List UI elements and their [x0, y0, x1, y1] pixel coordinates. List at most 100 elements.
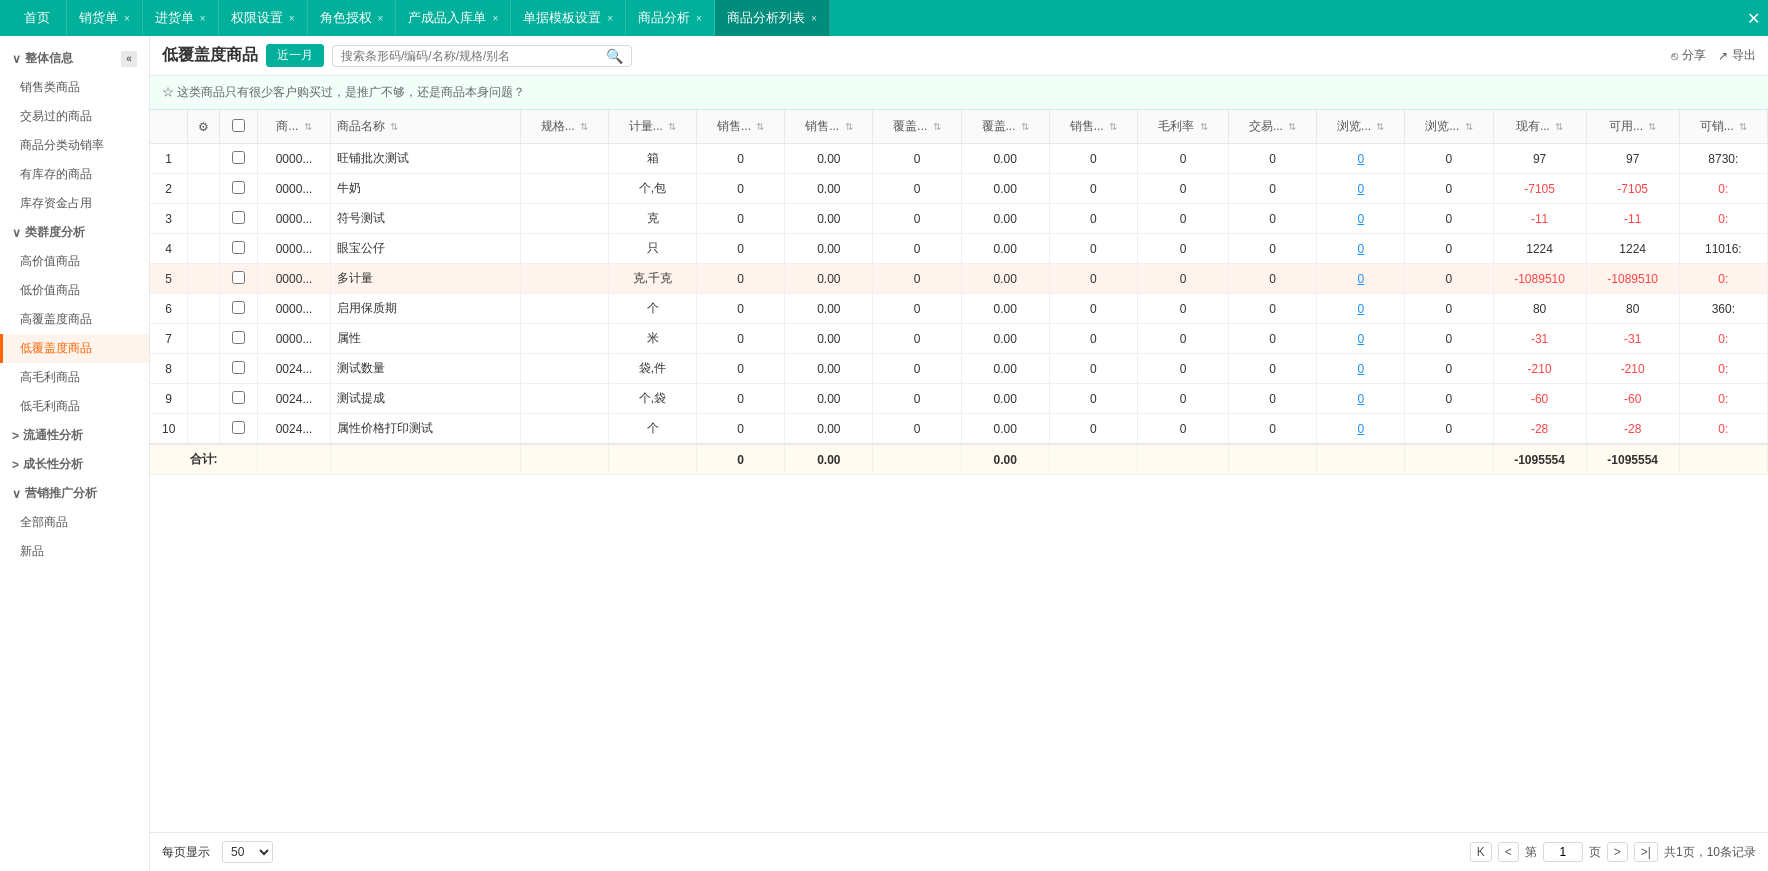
sidebar-item-high-value[interactable]: 高价值商品 — [0, 247, 149, 276]
row-checkbox[interactable] — [232, 421, 245, 434]
th-margin[interactable]: 毛利率 ⇅ — [1137, 110, 1228, 144]
cell-browse1[interactable]: 0 — [1317, 264, 1405, 294]
nav-tab-analysis-list[interactable]: 商品分析列表 × — [715, 0, 830, 36]
cell-browse1[interactable]: 0 — [1317, 144, 1405, 174]
th-trade[interactable]: 交易... ⇅ — [1229, 110, 1317, 144]
sidebar-item-stock-capital[interactable]: 库存资金占用 — [0, 189, 149, 218]
cell-browse1[interactable]: 0 — [1317, 234, 1405, 264]
cell-browse1[interactable]: 0 — [1317, 384, 1405, 414]
th-gear[interactable]: ⚙ — [188, 110, 220, 144]
row-checkbox[interactable] — [232, 331, 245, 344]
row-checkbox[interactable] — [232, 241, 245, 254]
prev-page-btn[interactable]: < — [1498, 842, 1519, 862]
row-checkbox[interactable] — [232, 151, 245, 164]
sidebar-item-traded-goods[interactable]: 交易过的商品 — [0, 102, 149, 131]
current-page-input[interactable] — [1543, 842, 1583, 862]
sidebar-item-sales-goods[interactable]: 销售类商品 — [0, 73, 149, 102]
close-tab-template[interactable]: × — [607, 13, 613, 24]
cell-browse1[interactable]: 0 — [1317, 324, 1405, 354]
close-tab-permission[interactable]: × — [289, 13, 295, 24]
page-size-select[interactable]: 50 20 100 200 — [222, 841, 273, 863]
sidebar-section-overall[interactable]: ∨ 整体信息 « — [0, 44, 149, 73]
th-sellable[interactable]: 可销... ⇅ — [1679, 110, 1767, 144]
cell-browse1[interactable]: 0 — [1317, 354, 1405, 384]
sidebar-section-liquidity[interactable]: > 流通性分析 — [0, 421, 149, 450]
sidebar-section-growth[interactable]: > 成长性分析 — [0, 450, 149, 479]
cell-check[interactable] — [220, 174, 258, 204]
close-tab-purchase[interactable]: × — [200, 13, 206, 24]
th-cover2[interactable]: 覆盖... ⇅ — [961, 110, 1049, 144]
th-code[interactable]: 商... ⇅ — [258, 110, 331, 144]
nav-tab-role[interactable]: 角色授权 × — [308, 0, 397, 36]
nav-tab-product-analysis[interactable]: 商品分析 × — [626, 0, 715, 36]
export-button[interactable]: ↗ 导出 — [1718, 47, 1756, 64]
sidebar-item-low-margin[interactable]: 低毛利商品 — [0, 392, 149, 421]
sidebar-item-in-stock[interactable]: 有库存的商品 — [0, 160, 149, 189]
share-button[interactable]: ⎋ 分享 — [1671, 47, 1706, 64]
row-checkbox[interactable] — [232, 271, 245, 284]
sidebar-item-low-value[interactable]: 低价值商品 — [0, 276, 149, 305]
cell-check[interactable] — [220, 354, 258, 384]
row-checkbox[interactable] — [232, 391, 245, 404]
window-close-button[interactable]: ✕ — [1747, 9, 1760, 28]
close-tab-analysis-list[interactable]: × — [811, 13, 817, 24]
cell-check[interactable] — [220, 414, 258, 445]
nav-tab-template[interactable]: 单据模板设置 × — [511, 0, 626, 36]
time-filter-month[interactable]: 近一月 — [266, 44, 324, 67]
row-checkbox[interactable] — [232, 361, 245, 374]
th-sales-qty[interactable]: 销售... ⇅ — [697, 110, 785, 144]
sidebar-item-category-sales-rate[interactable]: 商品分类动销率 — [0, 131, 149, 160]
cell-check[interactable] — [220, 384, 258, 414]
first-page-btn[interactable]: K — [1470, 842, 1492, 862]
close-tab-product-inbound[interactable]: × — [492, 13, 498, 24]
nav-tab-product-inbound[interactable]: 产成品入库单 × — [396, 0, 511, 36]
last-page-btn[interactable]: >| — [1634, 842, 1658, 862]
cell-unit: 个 — [608, 414, 696, 445]
th-browse1[interactable]: 浏览... ⇅ — [1317, 110, 1405, 144]
cell-browse1[interactable]: 0 — [1317, 414, 1405, 445]
nav-tab-purchase[interactable]: 进货单 × — [143, 0, 219, 36]
nav-tab-permission[interactable]: 权限设置 × — [219, 0, 308, 36]
cell-browse1[interactable]: 0 — [1317, 204, 1405, 234]
row-checkbox[interactable] — [232, 301, 245, 314]
th-current[interactable]: 现有... ⇅ — [1493, 110, 1586, 144]
next-page-btn[interactable]: > — [1607, 842, 1628, 862]
search-icon[interactable]: 🔍 — [606, 48, 623, 64]
row-checkbox[interactable] — [232, 211, 245, 224]
cell-browse1[interactable]: 0 — [1317, 174, 1405, 204]
page-label: 第 — [1525, 844, 1537, 861]
search-input[interactable] — [341, 49, 606, 63]
th-sales3[interactable]: 销售... ⇅ — [1049, 110, 1137, 144]
th-name[interactable]: 商品名称 ⇅ — [330, 110, 520, 144]
th-unit[interactable]: 计量... ⇅ — [608, 110, 696, 144]
sidebar-section-marketing[interactable]: ∨ 营销推广分析 — [0, 479, 149, 508]
sidebar-collapse-btn[interactable]: « — [121, 51, 137, 67]
close-tab-role[interactable]: × — [378, 13, 384, 24]
cell-check[interactable] — [220, 234, 258, 264]
cell-cover1: 0 — [873, 144, 961, 174]
cell-check[interactable] — [220, 294, 258, 324]
sidebar-item-all-goods[interactable]: 全部商品 — [0, 508, 149, 537]
sidebar-item-high-coverage[interactable]: 高覆盖度商品 — [0, 305, 149, 334]
th-spec[interactable]: 规格... ⇅ — [520, 110, 608, 144]
th-browse2[interactable]: 浏览... ⇅ — [1405, 110, 1493, 144]
nav-tab-home[interactable]: 首页 — [8, 0, 67, 36]
cell-check[interactable] — [220, 324, 258, 354]
sidebar-item-new-goods[interactable]: 新品 — [0, 537, 149, 566]
sidebar-item-low-coverage[interactable]: 低覆盖度商品 — [0, 334, 149, 363]
th-available[interactable]: 可用... ⇅ — [1586, 110, 1679, 144]
select-all-checkbox[interactable] — [232, 119, 245, 132]
th-cover1[interactable]: 覆盖... ⇅ — [873, 110, 961, 144]
nav-tab-sales[interactable]: 销货单 × — [67, 0, 143, 36]
sidebar-item-high-margin[interactable]: 高毛利商品 — [0, 363, 149, 392]
th-sales-amt[interactable]: 销售... ⇅ — [785, 110, 873, 144]
cell-check[interactable] — [220, 144, 258, 174]
close-tab-product-analysis[interactable]: × — [696, 13, 702, 24]
row-checkbox[interactable] — [232, 181, 245, 194]
close-tab-sales[interactable]: × — [124, 13, 130, 24]
cell-browse1[interactable]: 0 — [1317, 294, 1405, 324]
pagination: K < 第 页 > >| 共1页，10条记录 — [1470, 842, 1756, 862]
cell-check[interactable] — [220, 264, 258, 294]
sidebar-section-cluster[interactable]: ∨ 类群度分析 — [0, 218, 149, 247]
cell-check[interactable] — [220, 204, 258, 234]
